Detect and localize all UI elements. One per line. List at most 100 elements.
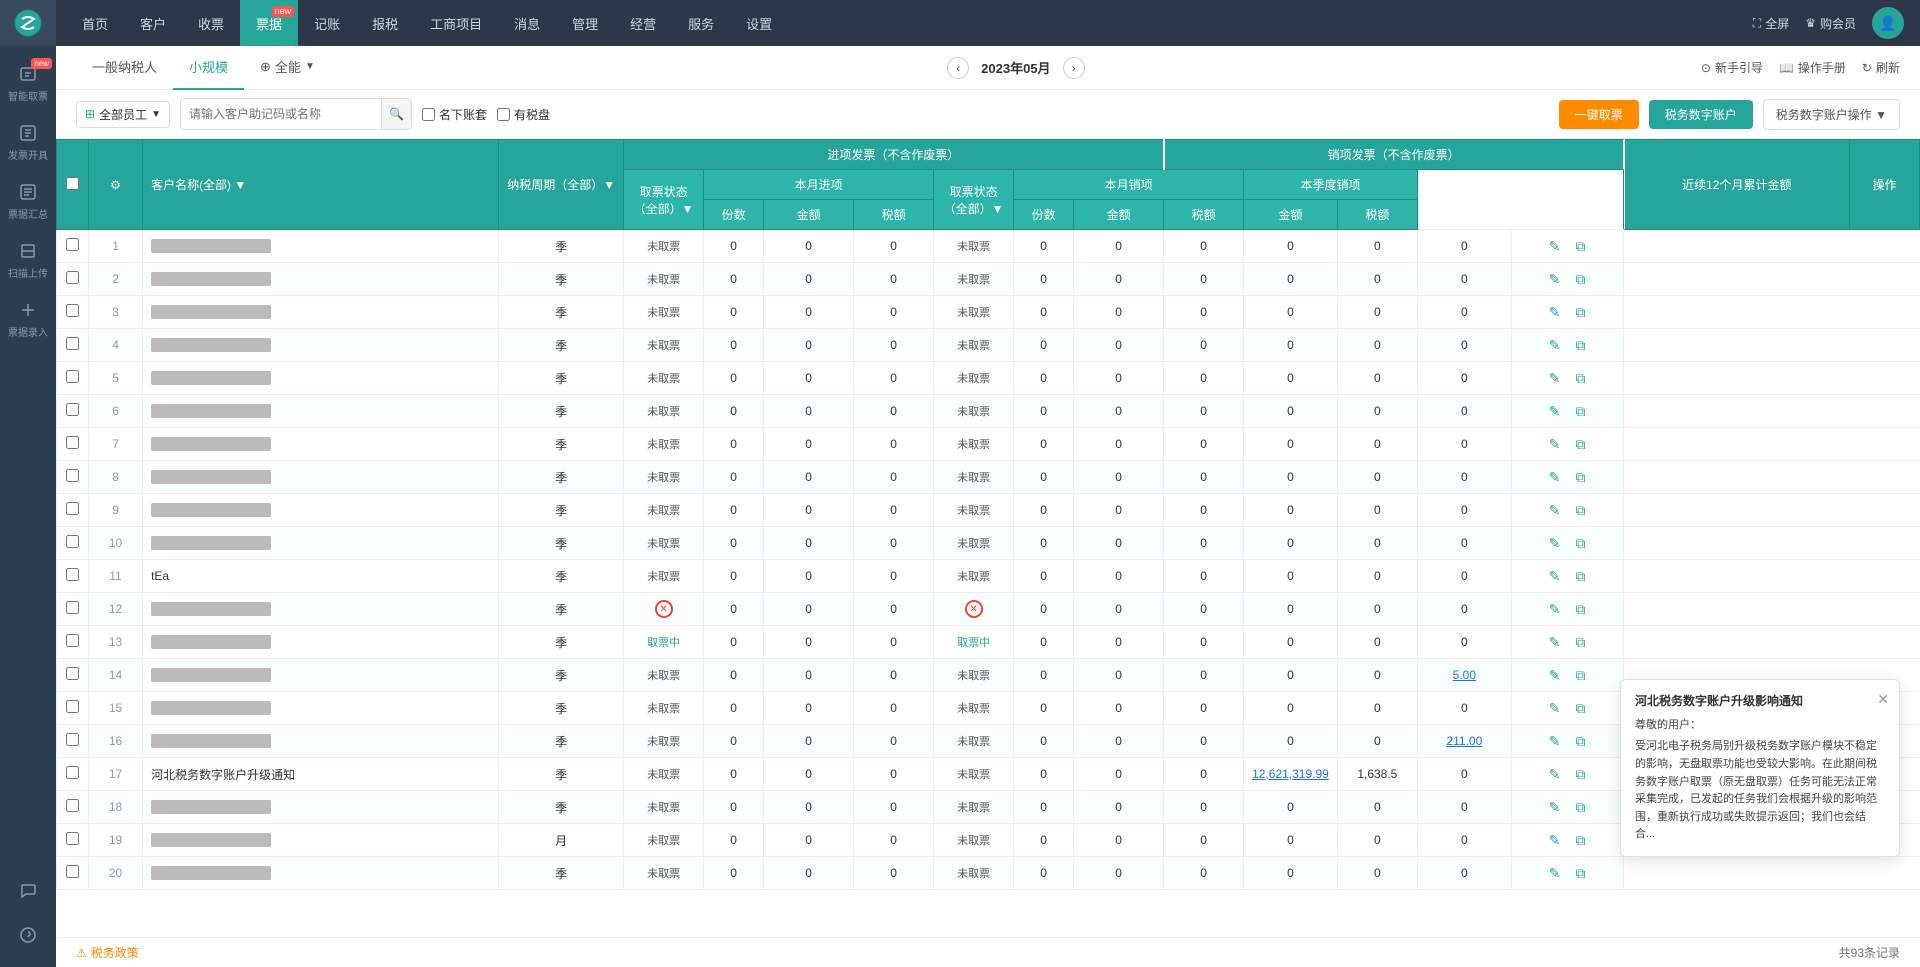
edit-icon[interactable]: ✎: [1544, 632, 1564, 652]
table-cell[interactable]: [57, 593, 89, 626]
th-in-status[interactable]: 取票状态（全部）▼: [624, 170, 704, 230]
row-checkbox[interactable]: [66, 568, 79, 581]
sidebar-item-summary[interactable]: 票据汇总: [0, 172, 56, 231]
row-checkbox[interactable]: [66, 271, 79, 284]
sidebar-item-scan[interactable]: 扫描上传: [0, 231, 56, 290]
edit-icon[interactable]: ✎: [1544, 302, 1564, 322]
edit-icon[interactable]: ✎: [1544, 368, 1564, 388]
table-cell[interactable]: [57, 362, 89, 395]
edit-icon[interactable]: ✎: [1544, 236, 1564, 256]
copy-icon[interactable]: ⧉: [1570, 830, 1590, 850]
search-input[interactable]: [181, 103, 381, 125]
th-out-status[interactable]: 取票状态（全部）▼: [934, 170, 1014, 230]
table-cell[interactable]: [57, 857, 89, 890]
row-checkbox[interactable]: [66, 436, 79, 449]
edit-icon[interactable]: ✎: [1544, 698, 1564, 718]
copy-icon[interactable]: ⧉: [1570, 533, 1590, 553]
tab-all[interactable]: ⊕ 全能 ▼: [244, 46, 331, 90]
copy-icon[interactable]: ⧉: [1570, 599, 1590, 619]
copy-icon[interactable]: ⧉: [1570, 302, 1590, 322]
copy-icon[interactable]: ⧉: [1570, 269, 1590, 289]
row-checkbox[interactable]: [66, 601, 79, 614]
edit-icon[interactable]: ✎: [1544, 335, 1564, 355]
copy-icon[interactable]: ⧉: [1570, 665, 1590, 685]
table-cell[interactable]: [57, 494, 89, 527]
edit-icon[interactable]: ✎: [1544, 533, 1564, 553]
tax-digital-button[interactable]: 税务数字账户: [1649, 100, 1753, 129]
nav-admin[interactable]: 管理: [556, 0, 614, 46]
table-cell[interactable]: [57, 560, 89, 593]
employee-filter[interactable]: ⊞ 全部员工 ▼: [76, 101, 170, 128]
edit-icon[interactable]: ✎: [1544, 731, 1564, 751]
row-checkbox[interactable]: [66, 634, 79, 647]
nav-tax[interactable]: 报税: [356, 0, 414, 46]
row-checkbox[interactable]: [66, 700, 79, 713]
select-all-checkbox[interactable]: [66, 177, 79, 190]
nav-service[interactable]: 服务: [672, 0, 730, 46]
copy-icon[interactable]: ⧉: [1570, 764, 1590, 784]
nav-client[interactable]: 客户: [124, 0, 182, 46]
edit-icon[interactable]: ✎: [1544, 269, 1564, 289]
table-cell[interactable]: [57, 461, 89, 494]
row-checkbox[interactable]: [66, 733, 79, 746]
search-button[interactable]: 🔍: [381, 99, 411, 129]
guide-button[interactable]: ⊙ 新手引导: [1701, 59, 1763, 76]
prev-month-button[interactable]: ‹: [947, 57, 969, 79]
row-checkbox[interactable]: [66, 865, 79, 878]
th-period[interactable]: 纳税周期（全部）▼: [499, 140, 624, 230]
table-cell[interactable]: [57, 428, 89, 461]
copy-icon[interactable]: ⧉: [1570, 401, 1590, 421]
nav-message[interactable]: 消息: [498, 0, 556, 46]
row-checkbox[interactable]: [66, 832, 79, 845]
row-checkbox[interactable]: [66, 799, 79, 812]
named-accounts-checkbox[interactable]: [422, 108, 435, 121]
edit-icon[interactable]: ✎: [1544, 566, 1564, 586]
check-has-tax-disk[interactable]: 有税盘: [497, 106, 550, 123]
nav-invoice[interactable]: 票据 new: [240, 0, 298, 46]
table-cell[interactable]: [57, 527, 89, 560]
tab-general-taxpayer[interactable]: 一般纳税人: [76, 46, 173, 90]
row-checkbox[interactable]: [66, 337, 79, 350]
nav-home[interactable]: 首页: [66, 0, 124, 46]
row-checkbox[interactable]: [66, 502, 79, 515]
sidebar-item-smart-ticket[interactable]: new 智能取票: [0, 54, 56, 113]
nav-settings[interactable]: 设置: [730, 0, 788, 46]
edit-icon[interactable]: ✎: [1544, 863, 1564, 883]
one-click-ticket-button[interactable]: 一键取票: [1559, 100, 1639, 129]
nav-operation[interactable]: 经营: [614, 0, 672, 46]
edit-icon[interactable]: ✎: [1544, 401, 1564, 421]
nav-receive[interactable]: 收票: [182, 0, 240, 46]
table-cell[interactable]: [57, 659, 89, 692]
edit-icon[interactable]: ✎: [1544, 797, 1564, 817]
table-cell[interactable]: [57, 791, 89, 824]
copy-icon[interactable]: ⧉: [1570, 566, 1590, 586]
avatar[interactable]: 👤: [1872, 7, 1904, 39]
edit-icon[interactable]: ✎: [1544, 764, 1564, 784]
table-cell[interactable]: [57, 725, 89, 758]
check-named-accounts[interactable]: 名下账套: [422, 106, 487, 123]
copy-icon[interactable]: ⧉: [1570, 335, 1590, 355]
table-cell[interactable]: [57, 758, 89, 791]
copy-icon[interactable]: ⧉: [1570, 698, 1590, 718]
table-cell[interactable]: [57, 263, 89, 296]
copy-icon[interactable]: ⧉: [1570, 467, 1590, 487]
table-cell[interactable]: [57, 692, 89, 725]
row-checkbox[interactable]: [66, 304, 79, 317]
copy-icon[interactable]: ⧉: [1570, 632, 1590, 652]
table-cell[interactable]: [57, 296, 89, 329]
table-cell[interactable]: [57, 395, 89, 428]
sidebar-item-chat[interactable]: [0, 871, 56, 911]
row-checkbox[interactable]: [66, 238, 79, 251]
popup-close-button[interactable]: ✕: [1877, 688, 1889, 710]
tab-small-scale[interactable]: 小规模: [173, 46, 244, 90]
nav-accounting[interactable]: 记账: [298, 0, 356, 46]
copy-icon[interactable]: ⧉: [1570, 236, 1590, 256]
th-name[interactable]: 客户名称(全部) ▼: [143, 140, 499, 230]
copy-icon[interactable]: ⧉: [1570, 368, 1590, 388]
edit-icon[interactable]: ✎: [1544, 500, 1564, 520]
refresh-button[interactable]: ↻ 刷新: [1862, 59, 1900, 76]
row-checkbox[interactable]: [66, 370, 79, 383]
row-checkbox[interactable]: [66, 535, 79, 548]
tax-digital-op-button[interactable]: 税务数字账户操作 ▼: [1763, 99, 1900, 130]
membership-button[interactable]: ♛ 购会员: [1805, 15, 1856, 32]
